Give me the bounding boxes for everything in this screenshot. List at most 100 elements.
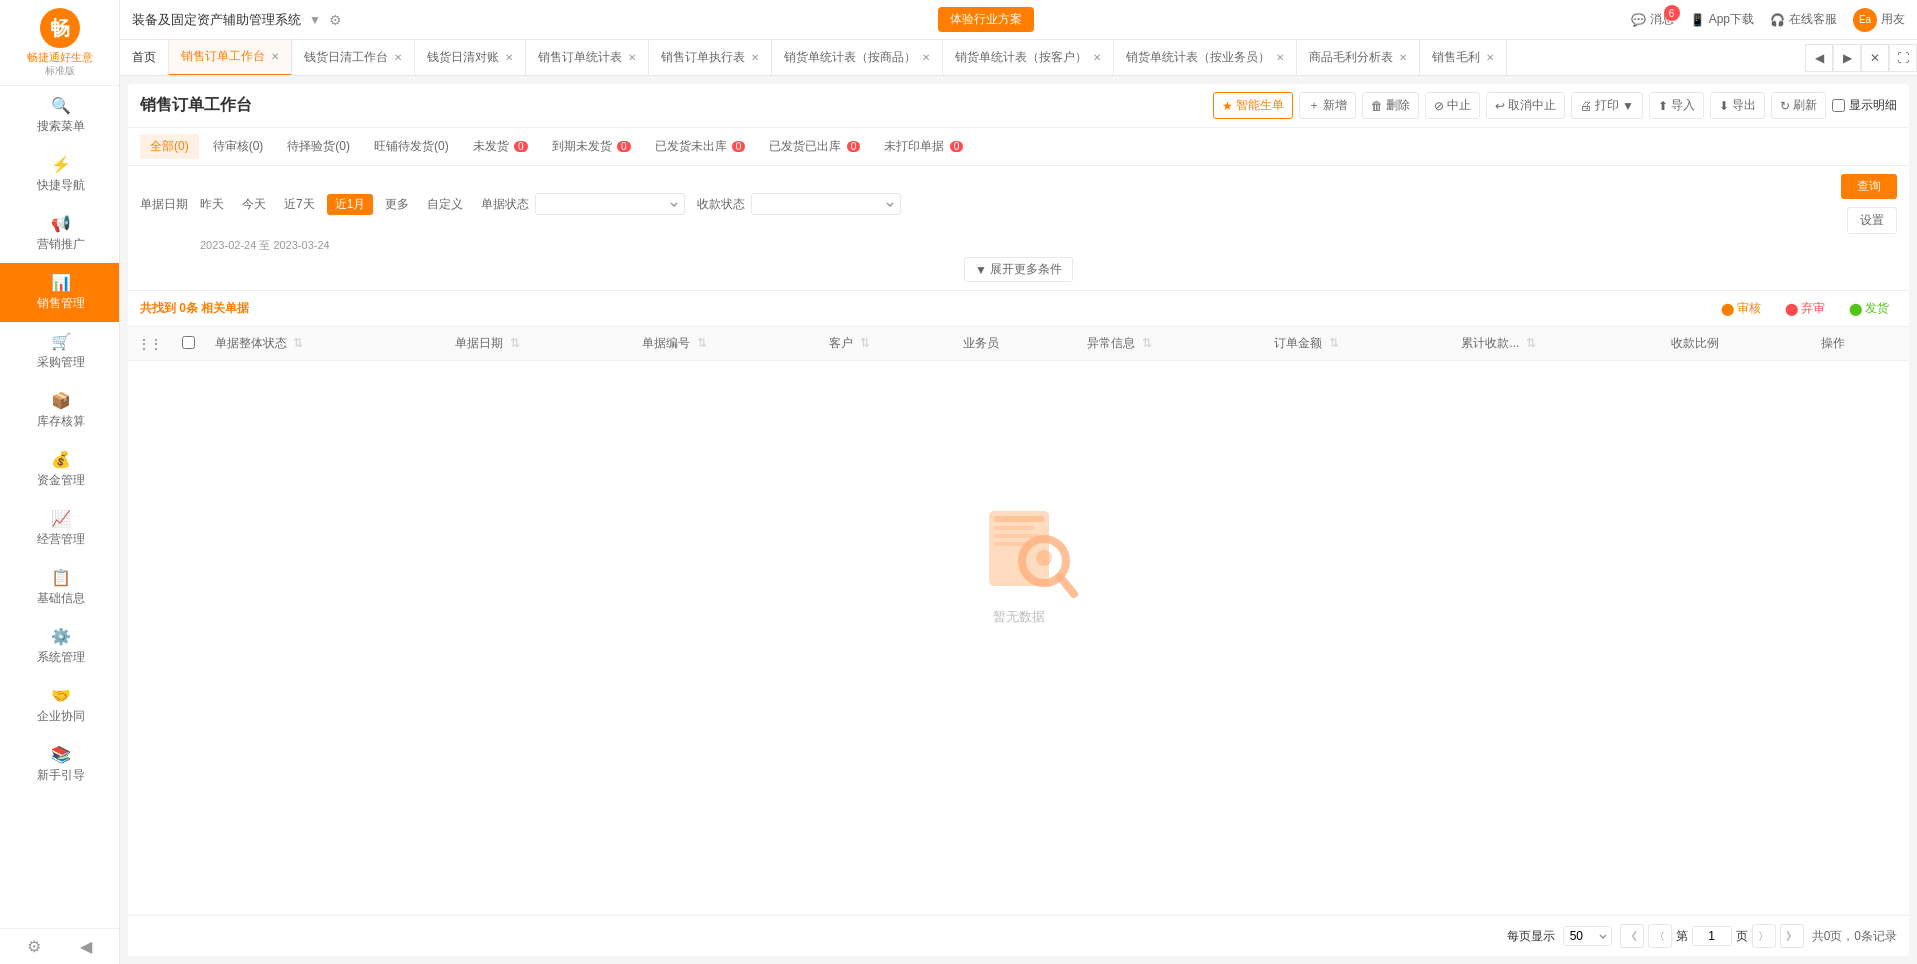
- page-size-select[interactable]: 20 50 100 200: [1563, 926, 1612, 946]
- export-button[interactable]: ⬇ 导出: [1710, 92, 1765, 119]
- refresh-button[interactable]: ↻ 刷新: [1771, 92, 1826, 119]
- import-button[interactable]: ⬆ 导入: [1649, 92, 1704, 119]
- tab-close-icon[interactable]: ✕: [628, 52, 636, 63]
- sub-tab-overdue-ship[interactable]: 到期未发货 0: [542, 134, 641, 159]
- sort-icon[interactable]: ⇅: [1142, 336, 1152, 350]
- date-custom[interactable]: 自定义: [421, 194, 469, 215]
- page-last-btn[interactable]: 》: [1780, 924, 1804, 948]
- sidebar-item-management[interactable]: 📈 经营管理: [0, 499, 119, 558]
- online-service-item[interactable]: 🎧 在线客服: [1770, 11, 1837, 28]
- ship-action-btn[interactable]: ⬤ 发货: [1841, 297, 1897, 320]
- sidebar-item-sales[interactable]: 📊 销售管理: [0, 263, 119, 322]
- cancel-stop-button[interactable]: ↩ 取消中止: [1486, 92, 1565, 119]
- review-action-btn[interactable]: ⬤ 审核: [1713, 297, 1769, 320]
- settings-header-icon[interactable]: ⚙: [329, 12, 342, 28]
- sidebar-item-system[interactable]: ⚙️ 系统管理: [0, 617, 119, 676]
- sub-tab-unprinted[interactable]: 未打印单据 0: [874, 134, 973, 159]
- sub-tab-all[interactable]: 全部(0): [140, 134, 199, 159]
- add-button[interactable]: ＋ 新增: [1299, 92, 1356, 119]
- tab-close-icon[interactable]: ✕: [505, 52, 513, 63]
- page-prev-btn[interactable]: 〈: [1648, 924, 1672, 948]
- print-button[interactable]: 🖨 打印 ▼: [1571, 92, 1643, 119]
- tab-cash-reconcile[interactable]: 钱货日清对账 ✕: [415, 40, 526, 76]
- trial-button[interactable]: 体验行业方案: [938, 7, 1034, 32]
- select-all-checkbox[interactable]: [182, 336, 195, 349]
- tab-cash-daily[interactable]: 钱货日清工作台 ✕: [292, 40, 415, 76]
- sidebar-item-quick-nav[interactable]: ⚡ 快捷导航: [0, 145, 119, 204]
- tab-sales-by-product[interactable]: 销货单统计表（按商品） ✕: [772, 40, 943, 76]
- sub-tab-pending-review[interactable]: 待审核(0): [203, 134, 274, 159]
- sidebar-item-search[interactable]: 🔍 搜索菜单: [0, 86, 119, 145]
- tab-sales-stat[interactable]: 销售订单统计表 ✕: [526, 40, 649, 76]
- sidebar-item-marketing[interactable]: 📢 营销推广: [0, 204, 119, 263]
- set-button[interactable]: 设置: [1847, 207, 1897, 234]
- tab-close-icon[interactable]: ✕: [922, 52, 930, 63]
- sort-icon[interactable]: ⇅: [510, 336, 520, 350]
- sort-icon[interactable]: ⇅: [1526, 336, 1536, 350]
- tab-close-icon[interactable]: ✕: [1276, 52, 1284, 63]
- tab-gross-profit[interactable]: 商品毛利分析表 ✕: [1297, 40, 1420, 76]
- tab-next-btn[interactable]: ▶: [1833, 44, 1861, 72]
- page-first-btn[interactable]: 《: [1620, 924, 1644, 948]
- sidebar-item-purchase[interactable]: 🛒 采购管理: [0, 322, 119, 381]
- tab-close-icon[interactable]: ✕: [271, 51, 279, 62]
- smart-create-button[interactable]: ★ 智能生单: [1213, 92, 1293, 119]
- tab-close-icon[interactable]: ✕: [1093, 52, 1101, 63]
- sub-tab-shipped-not-out[interactable]: 已发货未出库 0: [645, 134, 756, 159]
- tab-close-all-btn[interactable]: ✕: [1861, 44, 1889, 72]
- sidebar-item-guide[interactable]: 📚 新手引导: [0, 735, 119, 794]
- sidebar-item-basic-info[interactable]: 📋 基础信息: [0, 558, 119, 617]
- sort-icon[interactable]: ⇅: [1329, 336, 1339, 350]
- tab-close-icon[interactable]: ✕: [1399, 52, 1407, 63]
- tab-close-icon[interactable]: ✕: [1486, 52, 1494, 63]
- user-item[interactable]: Ea 用友: [1853, 8, 1905, 32]
- sub-tab-wangpu-ship[interactable]: 旺铺待发货(0): [364, 134, 459, 159]
- date-7days[interactable]: 近7天: [278, 194, 321, 215]
- top-header: 装备及固定资产辅助管理系统 ▼ ⚙ 体验行业方案 💬 6 消息 📱 App下载 …: [120, 0, 1917, 40]
- sub-tab-pending-check[interactable]: 待择验货(0): [277, 134, 360, 159]
- date-1month[interactable]: 近1月: [327, 194, 374, 215]
- expand-conditions-button[interactable]: ▼ 展开更多条件: [964, 257, 1073, 282]
- sidebar-item-enterprise[interactable]: 🤝 企业协同: [0, 676, 119, 735]
- app-download-item[interactable]: 📱 App下载: [1690, 11, 1754, 28]
- tab-sales-workbench[interactable]: 销售订单工作台 ✕: [169, 40, 292, 76]
- sort-icon[interactable]: ⇅: [697, 336, 707, 350]
- tab-sales-gross[interactable]: 销售毛利 ✕: [1420, 40, 1507, 76]
- sub-tab-shipped-out[interactable]: 已发货已出库 0: [759, 134, 870, 159]
- date-today[interactable]: 今天: [236, 194, 272, 215]
- sort-icon[interactable]: ⇅: [860, 336, 870, 350]
- sort-icon[interactable]: ⇅: [293, 336, 303, 350]
- sidebar-item-inventory[interactable]: 📦 库存核算: [0, 381, 119, 440]
- collect-filter-select[interactable]: [751, 193, 901, 215]
- void-action-btn[interactable]: ⬤ 弃审: [1777, 297, 1833, 320]
- col-checkbox[interactable]: [172, 327, 205, 361]
- tab-sales-by-staff[interactable]: 销货单统计表（按业务员） ✕: [1114, 40, 1297, 76]
- date-yesterday[interactable]: 昨天: [194, 194, 230, 215]
- tab-sales-exec[interactable]: 销售订单执行表 ✕: [649, 40, 772, 76]
- message-item[interactable]: 💬 6 消息: [1631, 11, 1674, 28]
- date-more[interactable]: 更多: [379, 194, 415, 215]
- ship-icon: ⬤: [1849, 302, 1862, 316]
- tab-prev-btn[interactable]: ◀: [1805, 44, 1833, 72]
- collapse-icon[interactable]: ◀: [80, 937, 92, 956]
- user-label: 用友: [1881, 11, 1905, 28]
- page-next-btn[interactable]: 〉: [1752, 924, 1776, 948]
- data-table: ⋮⋮ 单据整体状态 ⇅ 单据日期 ⇅: [128, 327, 1909, 361]
- tab-maximize-btn[interactable]: ⛶: [1889, 44, 1917, 72]
- status-filter-select[interactable]: [535, 193, 685, 215]
- delete-button[interactable]: 🗑 删除: [1362, 92, 1419, 119]
- tab-sales-by-customer[interactable]: 销货单统计表（按客户） ✕: [943, 40, 1114, 76]
- sub-tab-unshipped[interactable]: 未发货 0: [463, 134, 538, 159]
- tab-home[interactable]: 首页: [120, 40, 169, 76]
- dropdown-icon[interactable]: ▼: [309, 13, 321, 27]
- page-input[interactable]: [1692, 926, 1732, 946]
- sidebar-item-finance[interactable]: 💰 资金管理: [0, 440, 119, 499]
- tab-close-icon[interactable]: ✕: [394, 52, 402, 63]
- tab-close-icon[interactable]: ✕: [751, 52, 759, 63]
- show-detail-checkbox[interactable]: [1832, 99, 1845, 112]
- table-scroll[interactable]: ⋮⋮ 单据整体状态 ⇅ 单据日期 ⇅: [128, 327, 1909, 915]
- stop-button[interactable]: ⊘ 中止: [1425, 92, 1480, 119]
- query-button[interactable]: 查询: [1841, 174, 1897, 199]
- settings-icon[interactable]: ⚙: [27, 937, 41, 956]
- show-detail-label[interactable]: 显示明细: [1832, 97, 1897, 114]
